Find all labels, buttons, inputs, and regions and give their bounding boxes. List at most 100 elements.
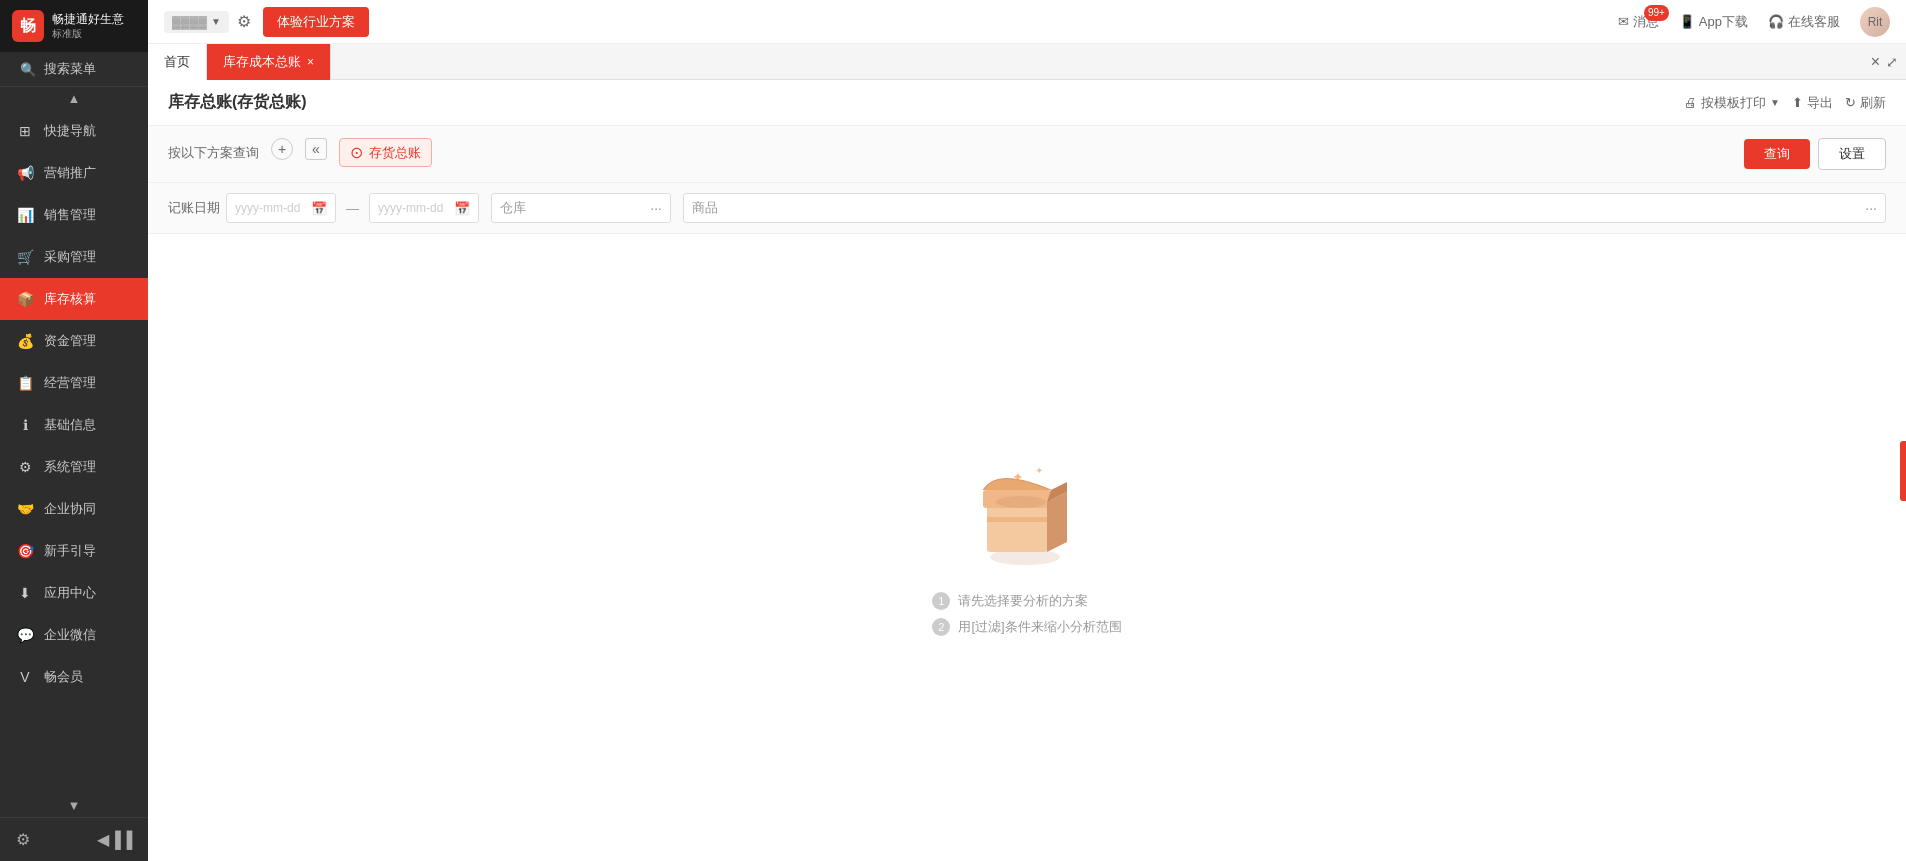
app-name: 畅捷通好生意 <box>52 11 124 28</box>
sidebar-item-finance[interactable]: 💰 资金管理 <box>0 320 148 362</box>
sidebar-item-marketing[interactable]: 📢 营销推广 <box>0 152 148 194</box>
main-area: ▓▓▓▓ ▼ ⚙ 体验行业方案 ✉ 消息 99+ 📱 App下载 🎧 在线客服 … <box>148 0 1906 861</box>
sidebar-logo: 畅 畅捷通好生意 标准版 <box>0 0 148 52</box>
quick-nav-icon: ⊞ <box>16 122 34 140</box>
date-filter-field: 记账日期 yyyy-mm-dd 📅 — yyyy-mm-dd 📅 <box>168 193 479 223</box>
topbar-settings-icon[interactable]: ⚙ <box>237 12 251 31</box>
filter-area: 按以下方案查询 + « ⊙ 存货总账 查询 设置 <box>148 126 1906 183</box>
user-name: ▓▓▓▓ <box>172 15 207 29</box>
hint-text-2: 用[过滤]条件来缩小分析范围 <box>958 618 1121 636</box>
online-support-action[interactable]: 🎧 在线客服 <box>1768 13 1840 31</box>
sidebar: 畅 畅捷通好生意 标准版 🔍 搜索菜单 ▲ ⊞ 快捷导航 📢 营销推广 📊 销售… <box>0 0 148 861</box>
sales-icon: 📊 <box>16 206 34 224</box>
sidebar-scroll-up[interactable]: ▲ <box>0 87 148 110</box>
sidebar-item-quick-nav[interactable]: ⊞ 快捷导航 <box>0 110 148 152</box>
sidebar-item-label: 快捷导航 <box>44 122 96 140</box>
warehouse-filter-field[interactable]: 仓库 ··· <box>491 193 671 223</box>
page-header: 库存总账(存货总账) 🖨 按模板打印 ▼ ⬆ 导出 ↻ 刷新 <box>148 80 1906 126</box>
sidebar-scroll-down[interactable]: ▼ <box>0 794 148 817</box>
empty-hints: 1 请先选择要分析的方案 2 用[过滤]条件来缩小分析范围 <box>932 592 1121 644</box>
svg-rect-5 <box>987 517 1047 522</box>
tab-home-label: 首页 <box>164 53 190 71</box>
topbar-right: ✉ 消息 99+ 📱 App下载 🎧 在线客服 Rit <box>1618 7 1890 37</box>
empty-illustration: ✦ ✦ <box>967 452 1087 572</box>
topbar-left: ▓▓▓▓ ▼ ⚙ 体验行业方案 <box>164 7 1618 37</box>
app-download-action[interactable]: 📱 App下载 <box>1679 13 1748 31</box>
refresh-button[interactable]: ↻ 刷新 <box>1845 94 1886 112</box>
sidebar-item-purchase[interactable]: 🛒 采购管理 <box>0 236 148 278</box>
sidebar-item-label: 系统管理 <box>44 458 96 476</box>
wechat-icon: 💬 <box>16 626 34 644</box>
sidebar-item-apps[interactable]: ⬇ 应用中心 <box>0 572 148 614</box>
empty-hint-1: 1 请先选择要分析的方案 <box>932 592 1121 610</box>
footer-settings-icon[interactable]: ⚙ <box>16 830 30 849</box>
print-template-button[interactable]: 🖨 按模板打印 ▼ <box>1684 94 1780 112</box>
dropdown-chevron-icon: ▼ <box>211 16 221 27</box>
scheme-icon: ⊙ <box>350 143 363 162</box>
user-avatar[interactable]: Rit <box>1860 7 1890 37</box>
system-icon: ⚙ <box>16 458 34 476</box>
expand-panel-button[interactable]: ⤢ <box>1886 54 1898 70</box>
filter-collapse-button[interactable]: « <box>305 138 327 160</box>
date-label: 记账日期 <box>168 199 220 217</box>
printer-icon: 🖨 <box>1684 95 1697 110</box>
warehouse-placeholder: 仓库 <box>500 199 644 217</box>
sidebar-search[interactable]: 🔍 搜索菜单 <box>0 52 148 87</box>
calendar-end-icon: 📅 <box>454 201 470 216</box>
sidebar-item-label: 库存核算 <box>44 290 96 308</box>
filter-add-button[interactable]: + <box>271 138 293 160</box>
settings-button[interactable]: 设置 <box>1818 138 1886 170</box>
sidebar-item-member[interactable]: V 畅会员 <box>0 656 148 698</box>
finance-icon: 💰 <box>16 332 34 350</box>
date-start-input[interactable]: yyyy-mm-dd 📅 <box>226 193 336 223</box>
sidebar-item-system[interactable]: ⚙ 系统管理 <box>0 446 148 488</box>
sidebar-item-guide[interactable]: 🎯 新手引导 <box>0 530 148 572</box>
box-svg: ✦ ✦ <box>967 452 1087 572</box>
empty-hint-2: 2 用[过滤]条件来缩小分析范围 <box>932 618 1121 636</box>
message-icon: ✉ <box>1618 14 1629 29</box>
sidebar-item-label: 基础信息 <box>44 416 96 434</box>
product-placeholder: 商品 <box>692 199 1859 217</box>
content-area: 库存总账(存货总账) 🖨 按模板打印 ▼ ⬆ 导出 ↻ 刷新 <box>148 80 1906 861</box>
tab-inventory-label: 库存成本总账 <box>223 53 301 71</box>
logo-text-block: 畅捷通好生意 标准版 <box>52 11 124 42</box>
app-download-label: App下载 <box>1699 13 1748 31</box>
sidebar-item-label: 应用中心 <box>44 584 96 602</box>
sidebar-item-label: 新手引导 <box>44 542 96 560</box>
warehouse-more-icon[interactable]: ··· <box>650 200 662 216</box>
hint-number-1: 1 <box>932 592 950 610</box>
sidebar-item-sales[interactable]: 📊 销售管理 <box>0 194 148 236</box>
tab-inventory-ledger[interactable]: 库存成本总账 × <box>207 44 331 80</box>
close-panel-button[interactable]: × <box>1871 53 1880 71</box>
industry-solution-button[interactable]: 体验行业方案 <box>263 7 369 37</box>
purchase-icon: 🛒 <box>16 248 34 266</box>
export-icon: ⬆ <box>1792 95 1803 110</box>
product-filter-field[interactable]: 商品 ··· <box>683 193 1886 223</box>
online-support-label: 在线客服 <box>1788 13 1840 31</box>
sidebar-item-wechat[interactable]: 💬 企业微信 <box>0 614 148 656</box>
product-more-icon[interactable]: ··· <box>1865 200 1877 216</box>
svg-rect-1 <box>987 502 1047 552</box>
sidebar-nav: ⊞ 快捷导航 📢 营销推广 📊 销售管理 🛒 采购管理 📦 库存核算 💰 资金管… <box>0 110 148 794</box>
tab-close-icon[interactable]: × <box>307 55 314 69</box>
header-actions: 🖨 按模板打印 ▼ ⬆ 导出 ↻ 刷新 <box>1684 94 1886 112</box>
svg-text:✦: ✦ <box>1035 465 1043 476</box>
sidebar-item-base[interactable]: ℹ 基础信息 <box>0 404 148 446</box>
footer-audio-icon[interactable]: ◀▐▐ <box>97 830 132 849</box>
active-filter-scheme[interactable]: ⊙ 存货总账 <box>339 138 432 167</box>
sidebar-item-cooperation[interactable]: 🤝 企业协同 <box>0 488 148 530</box>
sidebar-item-inventory[interactable]: 📦 库存核算 <box>0 278 148 320</box>
logo-icon: 畅 <box>12 10 44 42</box>
topbar: ▓▓▓▓ ▼ ⚙ 体验行业方案 ✉ 消息 99+ 📱 App下载 🎧 在线客服 … <box>148 0 1906 44</box>
tab-home[interactable]: 首页 <box>148 44 207 80</box>
app-badge: 标准版 <box>52 27 124 41</box>
query-button[interactable]: 查询 <box>1744 139 1810 169</box>
sidebar-item-label: 经营管理 <box>44 374 96 392</box>
phone-icon: 📱 <box>1679 14 1695 29</box>
empty-state: ✦ ✦ 1 请先选择要分析的方案 2 用[过滤]条件来缩小分析范围 <box>148 234 1906 861</box>
date-end-input[interactable]: yyyy-mm-dd 📅 <box>369 193 479 223</box>
sidebar-item-operation[interactable]: 📋 经营管理 <box>0 362 148 404</box>
topbar-user-selector[interactable]: ▓▓▓▓ ▼ <box>164 11 229 33</box>
export-button[interactable]: ⬆ 导出 <box>1792 94 1833 112</box>
messages-action[interactable]: ✉ 消息 99+ <box>1618 13 1659 31</box>
